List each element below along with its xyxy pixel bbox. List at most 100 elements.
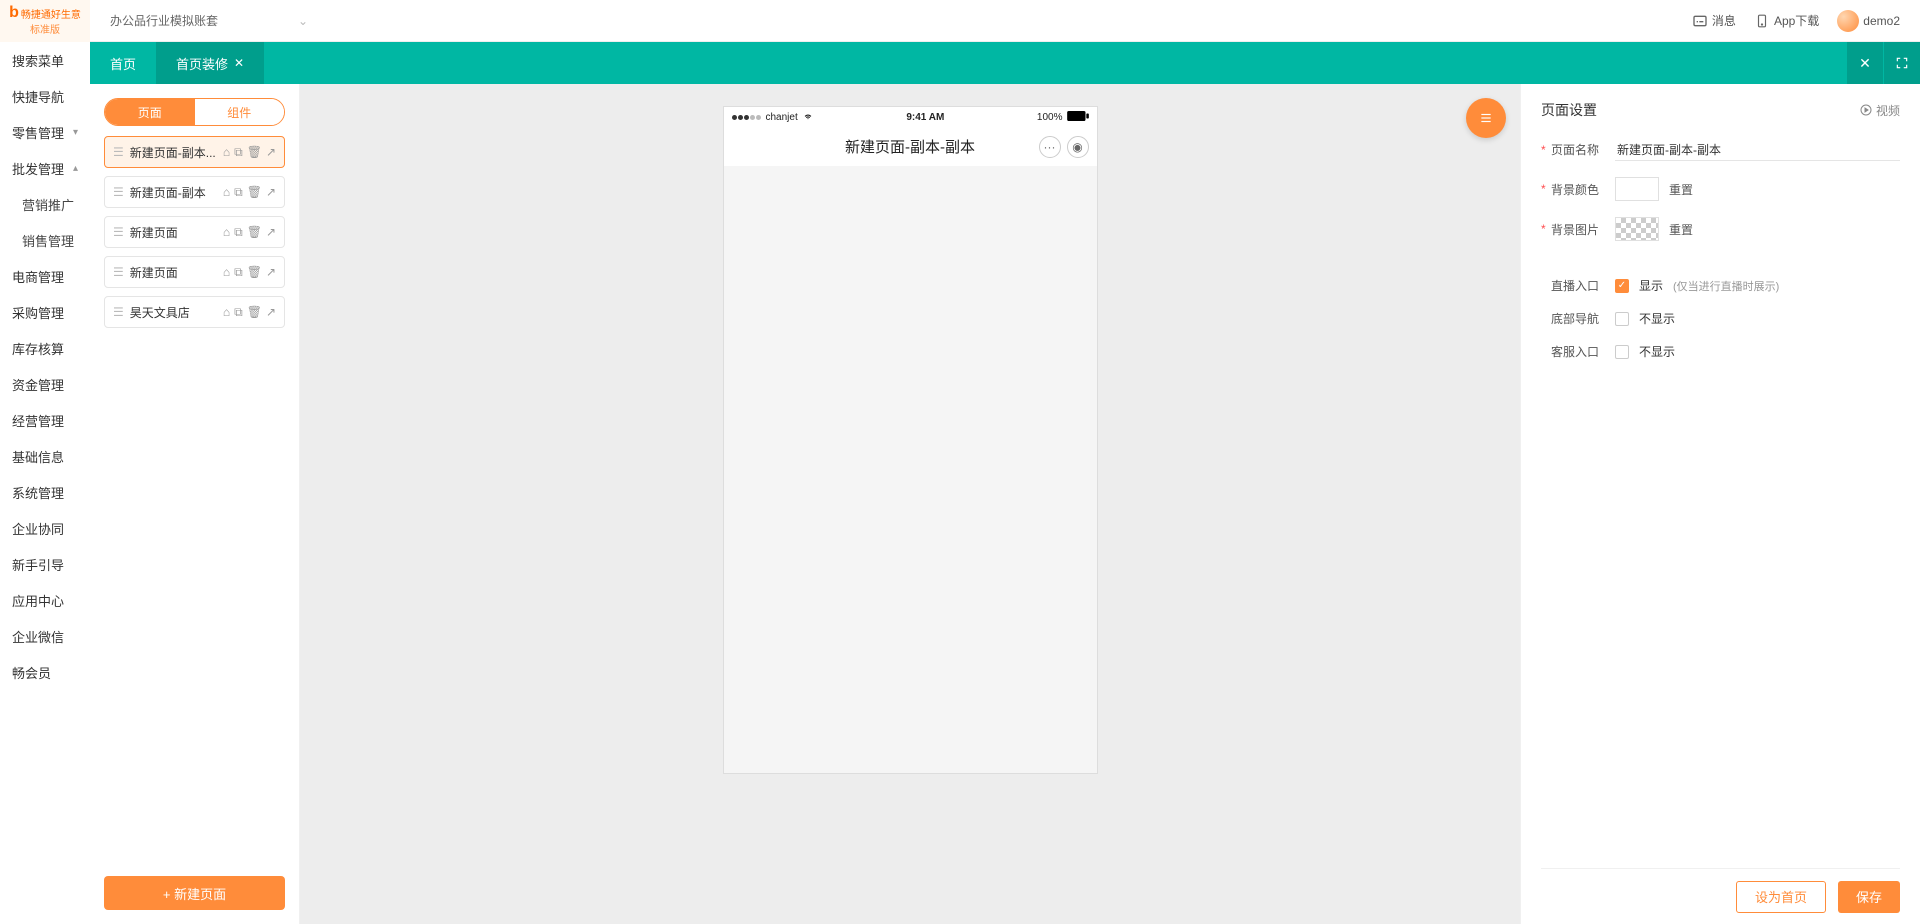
page-name-input[interactable] [1615,138,1900,161]
delete-icon[interactable]: 🗑 [247,305,262,320]
copy-icon[interactable]: ⧉ [234,145,243,160]
copy-icon[interactable]: ⧉ [234,225,243,240]
sidebar-item-wholesale[interactable]: 批发管理▴ [0,150,90,186]
delete-icon[interactable]: 🗑 [247,145,262,160]
page-item[interactable]: ☰ 新建页面-副本 ⌂⧉🗑↗ [104,176,285,208]
sidebar-item-member[interactable]: 畅会员 [0,654,90,690]
tab-fullscreen-button[interactable] [1884,42,1920,84]
home-icon[interactable]: ⌂ [223,225,230,240]
home-icon[interactable]: ⌂ [223,145,230,160]
close-icon[interactable]: ✕ [234,56,244,70]
top-bar: b 畅捷通好生意 标准版 办公品行业模拟账套 ⌄ 消息 App下载 [0,0,1920,42]
caret-down-icon: ▾ [73,127,78,138]
delete-icon[interactable]: 🗑 [247,185,262,200]
page-list-panel: 页面 组件 ☰ 新建页面-副本... ⌂ ⧉ 🗑 ↗ [90,84,300,924]
home-icon[interactable]: ⌂ [223,185,230,200]
bg-image-swatch[interactable] [1615,217,1659,241]
drag-handle-icon[interactable]: ☰ [113,145,124,159]
drag-handle-icon[interactable]: ☰ [113,265,124,279]
more-icon[interactable]: ··· [1039,136,1061,158]
set-home-button[interactable]: 设为首页 [1736,881,1826,913]
sidebar-item-base[interactable]: 基础信息 [0,438,90,474]
page-item[interactable]: ☰ 新建页面-副本... ⌂ ⧉ 🗑 ↗ [104,136,285,168]
sidebar-item-system[interactable]: 系统管理 [0,474,90,510]
brand-name: 畅捷通好生意 [21,6,81,21]
copy-icon[interactable]: ⧉ [234,185,243,200]
segment-control: 页面 组件 [104,98,285,126]
tab-close-button[interactable]: ✕ [1847,42,1883,84]
field-service-entry: 客服入口 不显示 [1541,343,1900,360]
user-menu[interactable]: demo2 [1837,10,1900,32]
org-selector[interactable]: 办公品行业模拟账套 ⌄ [110,12,308,29]
new-page-button[interactable]: + 新建页面 [104,876,285,910]
page-item[interactable]: ☰ 昊天文具店 ⌂⧉🗑↗ [104,296,285,328]
sidebar-item-appcenter[interactable]: 应用中心 [0,582,90,618]
sidebar-item-purchase[interactable]: 采购管理 [0,294,90,330]
copy-icon[interactable]: ⧉ [234,265,243,280]
org-name: 办公品行业模拟账套 [110,12,218,29]
bg-color-swatch[interactable] [1615,177,1659,201]
share-icon[interactable]: ↗ [266,185,276,200]
brand-edition: 标准版 [30,21,60,36]
sidebar-item-funds[interactable]: 资金管理 [0,366,90,402]
delete-icon[interactable]: 🗑 [247,225,262,240]
carrier-label: chanjet [766,112,798,123]
signal-icon [732,112,762,123]
field-bg-color: * 背景颜色 重置 [1541,177,1900,201]
tab-home[interactable]: 首页 [90,42,156,84]
live-show-checkbox[interactable]: ✓ [1615,279,1629,293]
messages-label: 消息 [1712,12,1736,29]
share-icon[interactable]: ↗ [266,265,276,280]
live-show-label: 显示 [1639,277,1663,294]
bottom-nav-label: 不显示 [1639,310,1675,327]
page-item[interactable]: ☰ 新建页面 ⌂⧉🗑↗ [104,256,285,288]
segment-component[interactable]: 组件 [195,99,285,125]
sidebar-item-guide[interactable]: 新手引导 [0,546,90,582]
home-icon[interactable]: ⌂ [223,305,230,320]
page-item[interactable]: ☰ 新建页面 ⌂⧉🗑↗ [104,216,285,248]
sidebar-item-ecommerce[interactable]: 电商管理 [0,258,90,294]
service-checkbox[interactable] [1615,345,1629,359]
delete-icon[interactable]: 🗑 [247,265,262,280]
tab-decor[interactable]: 首页装修 ✕ [156,42,264,84]
home-icon[interactable]: ⌂ [223,265,230,280]
battery-icon [1067,111,1089,124]
bg-color-reset[interactable]: 重置 [1669,181,1693,198]
bottom-nav-checkbox[interactable] [1615,312,1629,326]
phone-icon [1754,13,1770,29]
message-icon [1692,13,1708,29]
sidebar-item-inventory[interactable]: 库存核算 [0,330,90,366]
messages-button[interactable]: 消息 [1692,12,1736,29]
phone-page-title: 新建页面-副本-副本 [845,136,975,157]
brand-logo: b 畅捷通好生意 标准版 [0,0,90,42]
target-icon[interactable]: ◉ [1067,136,1089,158]
sidebar-item-coop[interactable]: 企业协同 [0,510,90,546]
sidebar-item-sales[interactable]: 销售管理 [0,222,90,258]
field-live-entry: 直播入口 ✓ 显示 (仅当进行直播时展示) [1541,277,1900,294]
share-icon[interactable]: ↗ [266,305,276,320]
share-icon[interactable]: ↗ [266,225,276,240]
app-download-button[interactable]: App下载 [1754,12,1819,29]
phone-body[interactable] [724,167,1097,773]
menu-fab-button[interactable] [1466,98,1506,138]
bg-image-reset[interactable]: 重置 [1669,221,1693,238]
sidebar-item-search[interactable]: 搜索菜单 [0,42,90,78]
tab-bar: 首页 首页装修 ✕ ✕ [90,42,1920,84]
sidebar: 搜索菜单 快捷导航 零售管理▾ 批发管理▴ 营销推广 销售管理 电商管理 采购管… [0,42,90,924]
sidebar-item-quick[interactable]: 快捷导航 [0,78,90,114]
save-button[interactable]: 保存 [1838,881,1900,913]
video-help-link[interactable]: 视频 [1860,102,1900,119]
segment-page[interactable]: 页面 [105,99,195,125]
drag-handle-icon[interactable]: ☰ [113,305,124,319]
sidebar-item-wecom[interactable]: 企业微信 [0,618,90,654]
copy-icon[interactable]: ⧉ [234,305,243,320]
drag-handle-icon[interactable]: ☰ [113,185,124,199]
drag-handle-icon[interactable]: ☰ [113,225,124,239]
chevron-down-icon: ⌄ [298,14,308,28]
sidebar-item-retail[interactable]: 零售管理▾ [0,114,90,150]
share-icon[interactable]: ↗ [266,145,276,160]
sidebar-item-marketing[interactable]: 营销推广 [0,186,90,222]
field-bg-image: * 背景图片 重置 [1541,217,1900,241]
sidebar-item-operation[interactable]: 经营管理 [0,402,90,438]
caret-up-icon: ▴ [73,163,78,174]
